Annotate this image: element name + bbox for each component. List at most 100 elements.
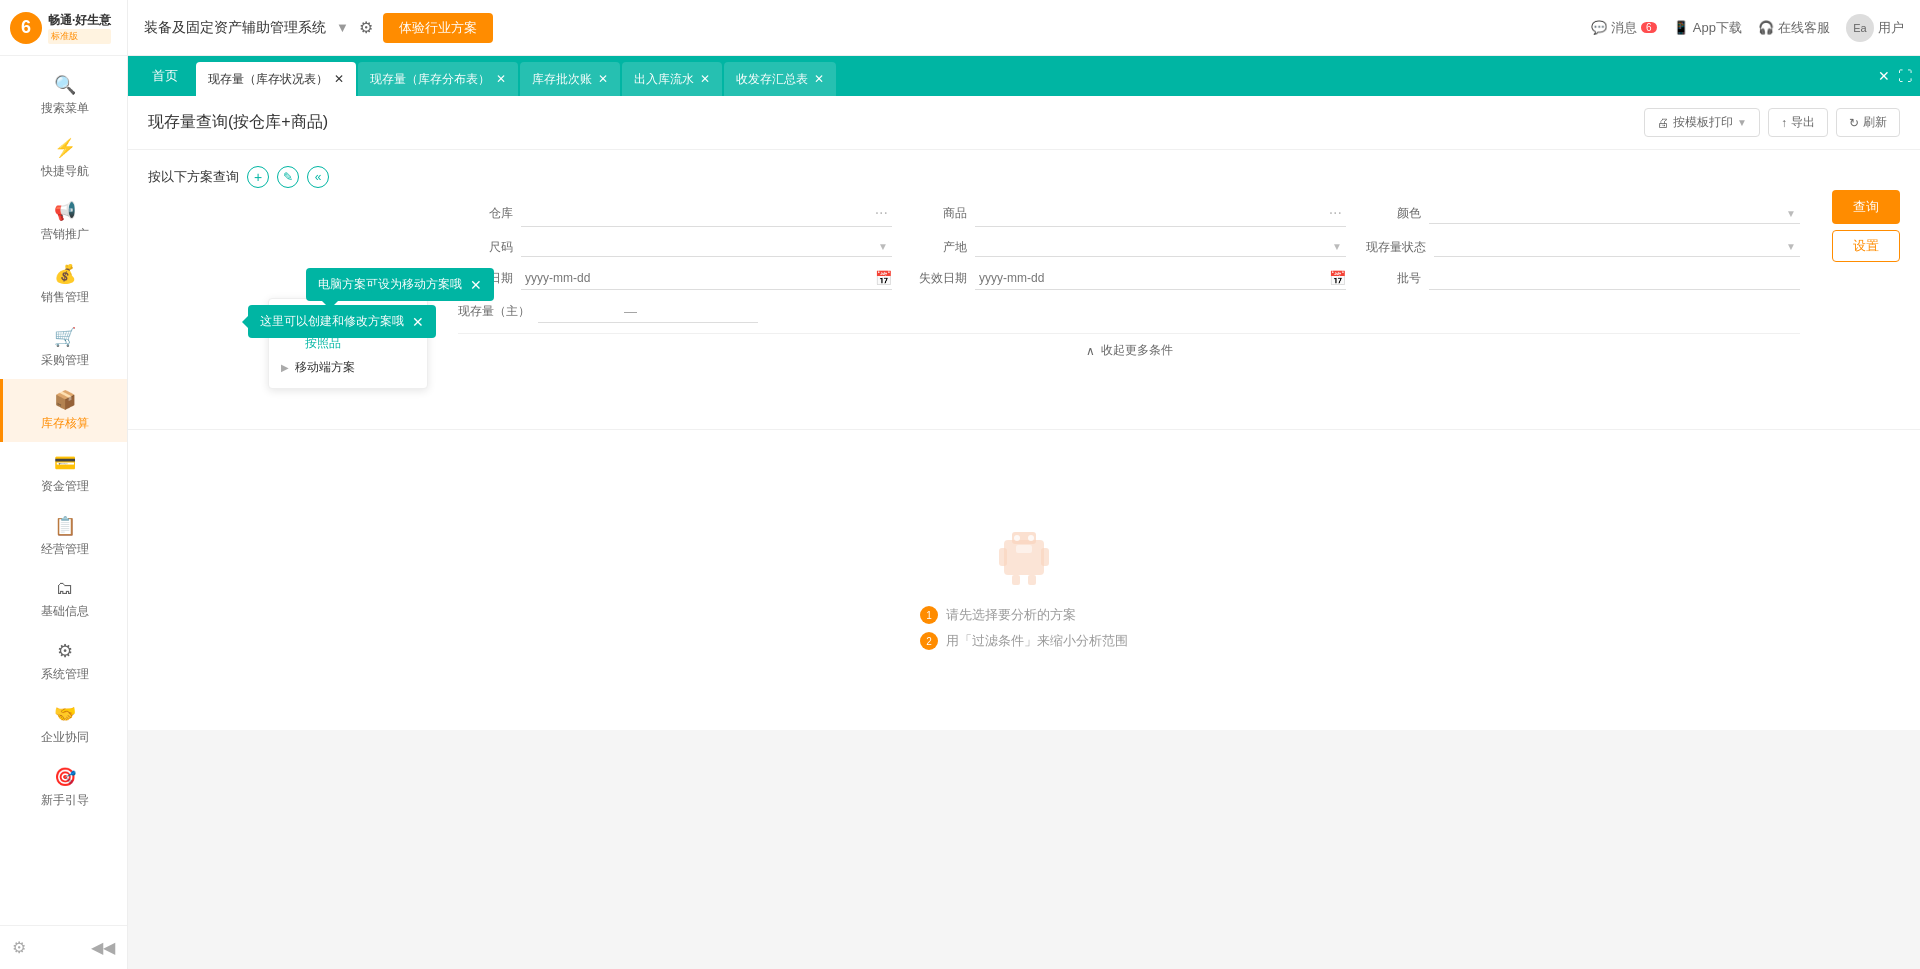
print-button[interactable]: 🖨 按模板打印 ▼ xyxy=(1644,108,1760,137)
sidebar-item-guide[interactable]: 🎯 新手引导 xyxy=(0,756,127,819)
message-button[interactable]: 💬 消息 6 xyxy=(1591,19,1657,37)
search-icon: 🔍 xyxy=(54,74,76,96)
svg-point-2 xyxy=(1014,535,1020,541)
cooperation-icon: 🤝 xyxy=(54,703,76,725)
filter-edit-button[interactable]: ✎ xyxy=(277,166,299,188)
tooltip1-close-icon[interactable]: ✕ xyxy=(470,277,482,293)
warehouse-select[interactable]: ··· xyxy=(521,200,892,227)
filter-row2: 尺码 ▼ 产地 ▼ 现存量状态 xyxy=(148,237,1900,257)
filter-size: 尺码 ▼ xyxy=(458,237,892,257)
sidebar-item-cooperation[interactable]: 🤝 企业协同 xyxy=(0,693,127,756)
filter-header: 按以下方案查询 + ✎ « xyxy=(148,166,1900,188)
tab-close-inventory-dist[interactable]: ✕ xyxy=(496,72,506,86)
filter-row1: 仓库 ··· 商品 ··· 颜色 xyxy=(148,200,1900,227)
refresh-button[interactable]: ↻ 刷新 xyxy=(1836,108,1900,137)
svg-rect-5 xyxy=(999,548,1007,566)
filter-add-button[interactable]: + xyxy=(247,166,269,188)
tabbar: 首页 现存量（库存状况表） ✕ 现存量（库存分布表） ✕ 库存批次账 ✕ 出入库… xyxy=(128,56,1920,96)
collapse-sidebar-icon[interactable]: ◀◀ xyxy=(91,938,115,957)
calendar-icon-produce[interactable]: 📅 xyxy=(875,270,892,286)
empty-tips: 1 请先选择要分析的方案 2 用「过滤条件」来缩小分析范围 xyxy=(920,606,1128,650)
tab-inventory-dist[interactable]: 现存量（库存分布表） ✕ xyxy=(358,62,518,96)
online-support-button[interactable]: 🎧 在线客服 xyxy=(1758,19,1830,37)
sidebar-item-finance[interactable]: 💳 资金管理 xyxy=(0,442,127,505)
empty-tip-1: 1 请先选择要分析的方案 xyxy=(920,606,1128,624)
tab-expand-icon[interactable]: ⛶ xyxy=(1898,68,1912,84)
tab-batch-account[interactable]: 库存批次账 ✕ xyxy=(520,62,620,96)
tab-close-all-icon[interactable]: ✕ xyxy=(1878,68,1890,84)
sidebar-item-search[interactable]: 🔍 搜索菜单 xyxy=(0,64,127,127)
sidebar-item-quick-nav[interactable]: ⚡ 快捷导航 xyxy=(0,127,127,190)
collapse-button[interactable]: ∧ 收起更多条件 xyxy=(458,333,1800,367)
stock-amount-min-input[interactable] xyxy=(538,300,618,322)
svg-point-3 xyxy=(1028,535,1034,541)
produce-date-input[interactable] xyxy=(521,267,875,289)
tooltip-plan-edit: 这里可以创建和修改方案哦 ✕ xyxy=(248,305,436,338)
filter-goods: 商品 ··· xyxy=(912,200,1346,227)
size-select[interactable]: ▼ xyxy=(521,237,892,257)
topbar-left: 装备及固定资产辅助管理系统 ▼ ⚙ 体验行业方案 xyxy=(144,13,493,43)
query-button[interactable]: 查询 xyxy=(1832,190,1900,224)
logo-badge: 标准版 xyxy=(48,29,111,44)
empty-illustration xyxy=(984,510,1064,590)
system-dropdown-icon[interactable]: ▼ xyxy=(336,20,349,35)
export-icon: ↑ xyxy=(1781,116,1787,130)
page-header: 现存量查询(按仓库+商品) 🖨 按模板打印 ▼ ↑ 导出 ↻ 刷新 xyxy=(128,96,1920,150)
settings-button[interactable]: ⚙ xyxy=(359,18,373,37)
svg-rect-7 xyxy=(1012,575,1020,585)
expire-date-wrap: 📅 xyxy=(975,267,1346,290)
origin-select[interactable]: ▼ xyxy=(975,237,1346,257)
filter-back-button[interactable]: « xyxy=(307,166,329,188)
phone-icon: 📱 xyxy=(1673,20,1689,35)
goods-select[interactable]: ··· xyxy=(975,200,1346,227)
calendar-icon-expire[interactable]: 📅 xyxy=(1329,270,1346,286)
app-download-button[interactable]: 📱 App下载 xyxy=(1673,19,1742,37)
settings-icon[interactable]: ⚙ xyxy=(12,938,26,957)
marketing-icon: 📢 xyxy=(54,200,76,222)
filter-label: 按以下方案查询 xyxy=(148,168,239,186)
headset-icon: 🎧 xyxy=(1758,20,1774,35)
tab-in-out-flow[interactable]: 出入库流水 ✕ xyxy=(622,62,722,96)
sidebar-item-operations[interactable]: 📋 经营管理 xyxy=(0,505,127,568)
sidebar-item-marketing[interactable]: 📢 营销推广 xyxy=(0,190,127,253)
tab-close-batch-account[interactable]: ✕ xyxy=(598,72,608,86)
logo-icon: 6 xyxy=(10,12,42,44)
tooltip-connector-dot xyxy=(371,285,381,295)
sidebar-item-inventory[interactable]: 📦 库存核算 xyxy=(0,379,127,442)
try-industry-button[interactable]: 体验行业方案 xyxy=(383,13,493,43)
stock-status-select[interactable]: ▼ xyxy=(1434,237,1800,257)
tooltip-pc-plan: 电脑方案可设为移动方案哦 ✕ xyxy=(306,268,494,301)
svg-rect-8 xyxy=(1028,575,1036,585)
export-button[interactable]: ↑ 导出 xyxy=(1768,108,1828,137)
empty-state: 1 请先选择要分析的方案 2 用「过滤条件」来缩小分析范围 xyxy=(128,430,1920,730)
filter-batch: 批号 xyxy=(1366,267,1800,290)
stock-amount-max-input[interactable] xyxy=(643,300,723,322)
main-area: 装备及固定资产辅助管理系统 ▼ ⚙ 体验行业方案 💬 消息 6 📱 App下载 … xyxy=(128,0,1920,969)
sidebar-item-system[interactable]: ⚙ 系统管理 xyxy=(0,630,127,693)
sidebar-menu: 🔍 搜索菜单 ⚡ 快捷导航 📢 营销推广 💰 销售管理 🛒 采购管理 📦 库存核… xyxy=(0,56,127,925)
user-menu-button[interactable]: Ea 用户 xyxy=(1846,14,1904,42)
tab-close-receive-summary[interactable]: ✕ xyxy=(814,72,824,86)
tooltip2-close-icon[interactable]: ✕ xyxy=(412,314,424,330)
tab-close-inventory-status[interactable]: ✕ xyxy=(334,72,344,86)
guide-icon: 🎯 xyxy=(54,766,76,788)
filter-produce-date: 生产日期 📅 xyxy=(458,267,892,290)
sidebar-item-sales[interactable]: 💰 销售管理 xyxy=(0,253,127,316)
tab-inventory-status[interactable]: 现存量（库存状况表） ✕ xyxy=(196,62,356,96)
reset-button[interactable]: 设置 xyxy=(1832,230,1900,262)
sidebar-item-purchase[interactable]: 🛒 采购管理 xyxy=(0,316,127,379)
batch-input[interactable] xyxy=(1429,267,1800,290)
sidebar-item-base-info[interactable]: 🗂 基础信息 xyxy=(0,568,127,630)
tab-close-in-out-flow[interactable]: ✕ xyxy=(700,72,710,86)
filter-stock-amount: 现存量（主） — xyxy=(458,300,838,323)
tab-home[interactable]: 首页 xyxy=(136,56,194,96)
filter-color: 颜色 ▼ xyxy=(1366,200,1800,227)
plan-item-mobile[interactable]: ▶ 移动端方案 xyxy=(269,355,427,380)
content-inner: 现存量查询(按仓库+商品) 🖨 按模板打印 ▼ ↑ 导出 ↻ 刷新 xyxy=(128,96,1920,730)
sidebar: 6 畅通·好生意 标准版 🔍 搜索菜单 ⚡ 快捷导航 📢 营销推广 💰 销售管理… xyxy=(0,0,128,969)
tab-receive-summary[interactable]: 收发存汇总表 ✕ xyxy=(724,62,836,96)
message-badge: 6 xyxy=(1641,22,1657,33)
action-buttons: 查询 设置 xyxy=(1832,190,1900,262)
expire-date-input[interactable] xyxy=(975,267,1329,289)
color-select[interactable]: ▼ xyxy=(1429,204,1800,224)
